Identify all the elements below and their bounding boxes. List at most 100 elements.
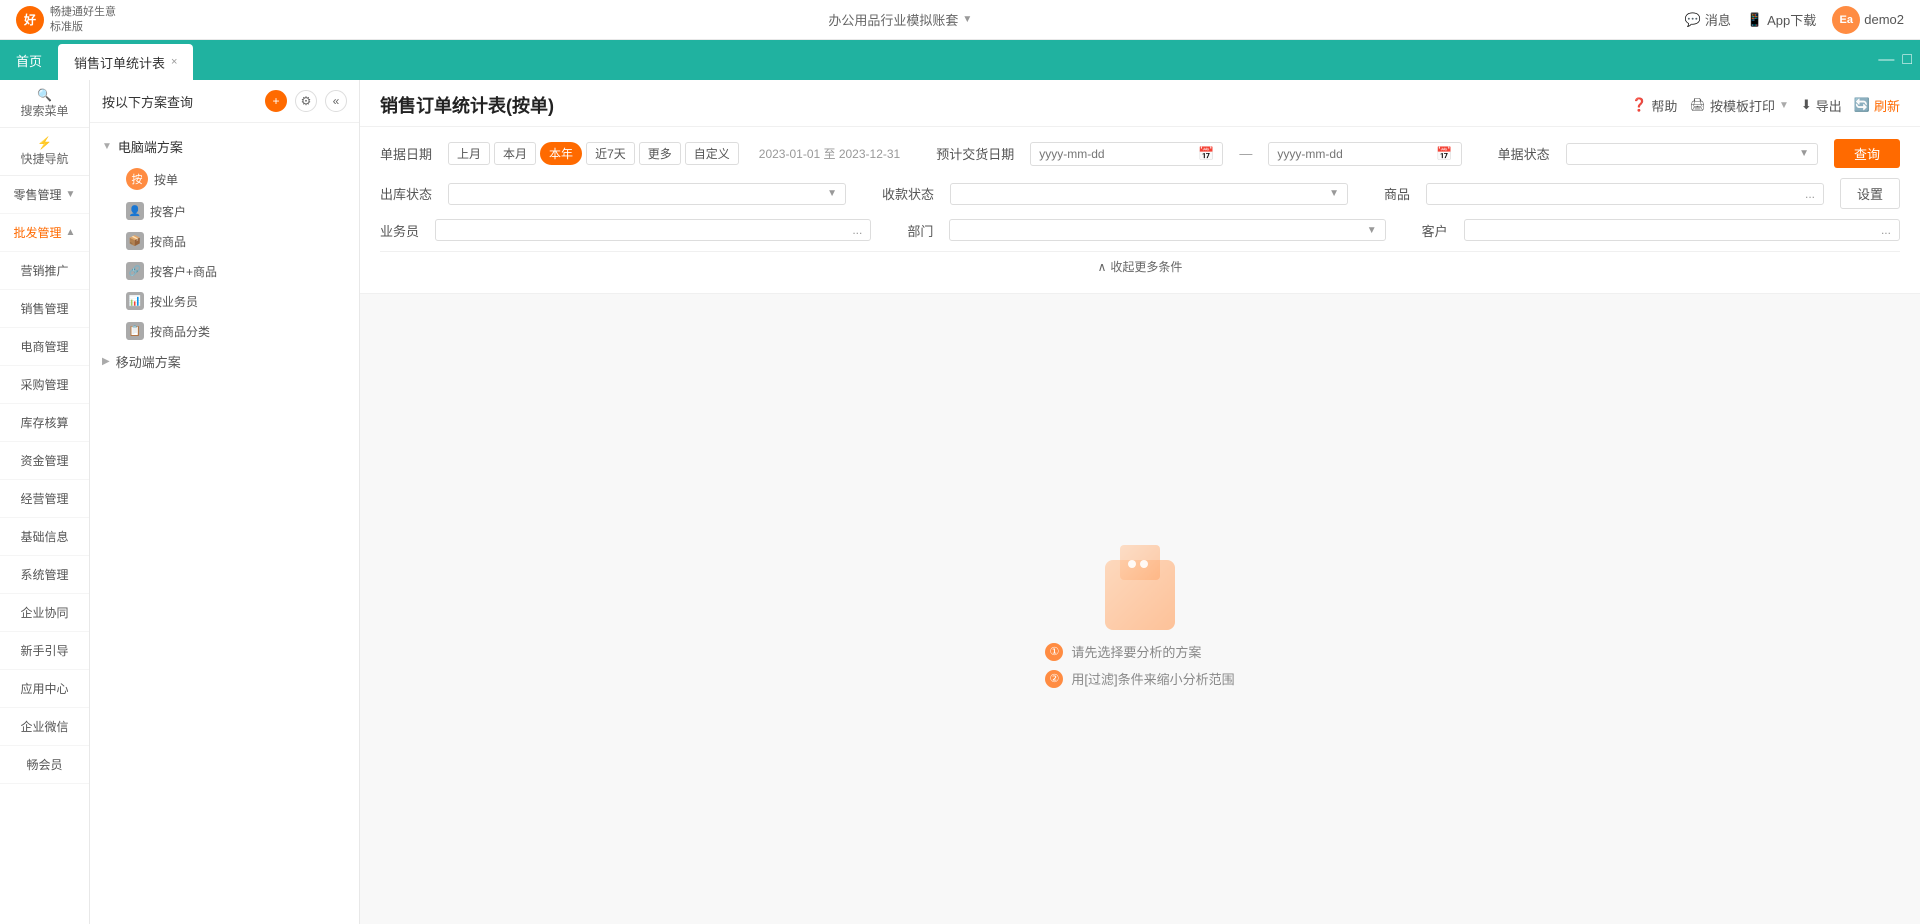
top-bar: 好 畅捷通好生意 标准版 办公用品行业模拟账套 ▼ 💬 消息 📱 App下载 E… (0, 0, 1920, 40)
date-btn-custom[interactable]: 自定义 (685, 142, 739, 165)
sidebar-item-finance[interactable]: 资金管理 (0, 442, 89, 480)
ship-status-label: 出库状态 (380, 184, 432, 203)
sidebar-item-marketing[interactable]: 营销推广 (0, 252, 89, 290)
collapse-panel-button[interactable]: « (325, 90, 347, 112)
date-btn-this-year[interactable]: 本年 (540, 142, 582, 165)
empty-eye-right (1140, 560, 1148, 568)
company-dropdown-icon: ▼ (962, 14, 972, 25)
help-button[interactable]: ❓ 帮助 (1631, 96, 1677, 115)
tab-maximize-button[interactable]: □ (1902, 51, 1912, 69)
status-select[interactable] (1575, 147, 1795, 161)
date-btn-this-month[interactable]: 本月 (494, 142, 536, 165)
sidebar-item-ecommerce[interactable]: 电商管理 (0, 328, 89, 366)
user-menu[interactable]: Ea demo2 (1832, 6, 1904, 34)
sidebar-item-new-user[interactable]: 新手引导 (0, 632, 89, 670)
scheme-by-goods-icon: 📦 (126, 232, 144, 250)
tab-home[interactable]: 首页 (0, 40, 58, 80)
filter-row-3: 业务员 ... 部门 ▼ 客户 ... (380, 219, 1900, 241)
refresh-button[interactable]: 🔄 刷新 (1854, 96, 1900, 115)
department-dropdown-icon: ▼ (1367, 225, 1377, 236)
tree-item-pc-section: ▼ 电脑端方案 (90, 131, 359, 162)
add-scheme-button[interactable]: + (265, 90, 287, 112)
sidebar-item-inventory[interactable]: 库存核算 (0, 404, 89, 442)
empty-steps: ① 请先选择要分析的方案 ② 用[过滤]条件来缩小分析范围 (1045, 642, 1234, 688)
message-button[interactable]: 💬 消息 (1685, 10, 1731, 29)
customer-input-wrap[interactable]: ... (1464, 219, 1900, 241)
scheme-by-customer-icon: 👤 (126, 202, 144, 220)
collapse-section: ∧ 收起更多条件 (380, 251, 1900, 281)
sidebar-item-enterprise-collab[interactable]: 企业协同 (0, 594, 89, 632)
status-select-wrap[interactable]: ▼ (1566, 143, 1818, 165)
settings-button[interactable]: 设置 (1840, 178, 1900, 209)
expected-date-start-input[interactable]: 📅 (1030, 142, 1223, 166)
tab-sales-order-statistics[interactable]: 销售订单统计表 × (58, 44, 193, 80)
empty-illustration (1080, 530, 1200, 630)
tab-minimize-button[interactable]: — (1878, 51, 1894, 69)
scheme-by-customer[interactable]: 👤 按客户 (90, 196, 359, 226)
goods-input[interactable] (1435, 187, 1801, 201)
customer-input[interactable] (1473, 223, 1877, 237)
print-icon: 🖨 (1689, 97, 1706, 113)
page-header-actions: ❓ 帮助 🖨 按模板打印 ▼ ⬇ 导出 🔄 刷新 (1631, 96, 1900, 115)
filter-area: 单据日期 上月 本月 本年 近7天 更多 自定义 2023-01-01 至 20… (360, 127, 1920, 294)
sidebar-search[interactable]: 🔍 搜索菜单 (0, 80, 89, 128)
sidebar-item-app-center[interactable]: 应用中心 (0, 670, 89, 708)
date-dash: — (1239, 146, 1252, 161)
export-icon: ⬇ (1801, 97, 1812, 113)
sidebar-item-enterprise-wechat[interactable]: 企业微信 (0, 708, 89, 746)
receipt-status-select[interactable] (959, 187, 1325, 201)
salesperson-input[interactable] (444, 223, 848, 237)
export-button[interactable]: ⬇ 导出 (1801, 96, 1842, 115)
scheme-by-goods-category-icon: 📋 (126, 322, 144, 340)
sidebar-item-system[interactable]: 系统管理 (0, 556, 89, 594)
scheme-tree: ▼ 电脑端方案 按 按单 👤 按客户 📦 按商品 🔗 按客户+商品 (90, 123, 359, 385)
query-button[interactable]: 查询 (1834, 139, 1900, 168)
customer-ellipsis-icon[interactable]: ... (1881, 223, 1891, 237)
print-button[interactable]: 🖨 按模板打印 ▼ (1689, 96, 1788, 115)
app-download-button[interactable]: 📱 App下载 (1747, 10, 1816, 29)
step-2-num: ② (1045, 670, 1063, 688)
department-label: 部门 (907, 221, 933, 240)
date-btn-last-7-days[interactable]: 近7天 (586, 142, 635, 165)
expected-date-end-input[interactable]: 📅 (1268, 142, 1461, 166)
expected-date-end-field[interactable] (1277, 147, 1432, 161)
sidebar-item-wholesale[interactable]: 批发管理 ▲ (0, 214, 89, 252)
date-btn-last-month[interactable]: 上月 (448, 142, 490, 165)
salesperson-ellipsis-icon[interactable]: ... (852, 223, 862, 237)
goods-ellipsis-icon[interactable]: ... (1805, 187, 1815, 201)
calendar-icon: 📅 (1198, 146, 1214, 162)
sidebar-item-basic-info[interactable]: 基础信息 (0, 518, 89, 556)
company-selector[interactable]: 办公用品行业模拟账套 ▼ (828, 10, 972, 29)
sidebar-retail-arrow: ▼ (66, 189, 76, 200)
sidebar-item-operations[interactable]: 经营管理 (0, 480, 89, 518)
department-select[interactable] (958, 223, 1362, 237)
collapse-button[interactable]: ∧ 收起更多条件 (1098, 258, 1183, 275)
scheme-by-goods-category[interactable]: 📋 按商品分类 (90, 316, 359, 346)
scheme-by-salesperson[interactable]: 📊 按业务员 (90, 286, 359, 316)
tab-bar: 首页 销售订单统计表 × — □ (0, 40, 1920, 80)
ship-status-select[interactable] (457, 187, 823, 201)
main-layout: 🔍 搜索菜单 ⚡ 快捷导航 零售管理 ▼ 批发管理 ▲ 营销推广 销售管理 电商… (0, 80, 1920, 924)
department-select-wrap[interactable]: ▼ (949, 219, 1385, 241)
tree-item-mobile-section[interactable]: ▶ 移动端方案 (90, 346, 359, 377)
sidebar-item-member[interactable]: 畅会员 (0, 746, 89, 784)
tab-close-icon[interactable]: × (171, 56, 177, 68)
goods-input-wrap[interactable]: ... (1426, 183, 1824, 205)
expected-date-start-field[interactable] (1039, 147, 1194, 161)
sidebar-item-sales[interactable]: 销售管理 (0, 290, 89, 328)
filter-row-2: 出库状态 ▼ 收款状态 ▼ 商品 ... 设置 (380, 178, 1900, 209)
scheme-by-customer-goods[interactable]: 🔗 按客户+商品 (90, 256, 359, 286)
left-panel: 按以下方案查询 + ⚙ « ▼ 电脑端方案 按 按单 👤 按客户 (90, 80, 360, 924)
ship-status-select-wrap[interactable]: ▼ (448, 183, 846, 205)
date-btn-more[interactable]: 更多 (639, 142, 681, 165)
sidebar-quick-nav[interactable]: ⚡ 快捷导航 (0, 128, 89, 176)
scheme-by-order[interactable]: 按 按单 (90, 162, 359, 196)
receipt-status-select-wrap[interactable]: ▼ (950, 183, 1348, 205)
print-dropdown-icon: ▼ (1779, 100, 1789, 111)
salesperson-input-wrap[interactable]: ... (435, 219, 871, 241)
settings-scheme-button[interactable]: ⚙ (295, 90, 317, 112)
scheme-by-goods[interactable]: 📦 按商品 (90, 226, 359, 256)
sidebar-item-retail[interactable]: 零售管理 ▼ (0, 176, 89, 214)
sidebar-item-purchase[interactable]: 采购管理 (0, 366, 89, 404)
customer-label: 客户 (1422, 221, 1448, 240)
